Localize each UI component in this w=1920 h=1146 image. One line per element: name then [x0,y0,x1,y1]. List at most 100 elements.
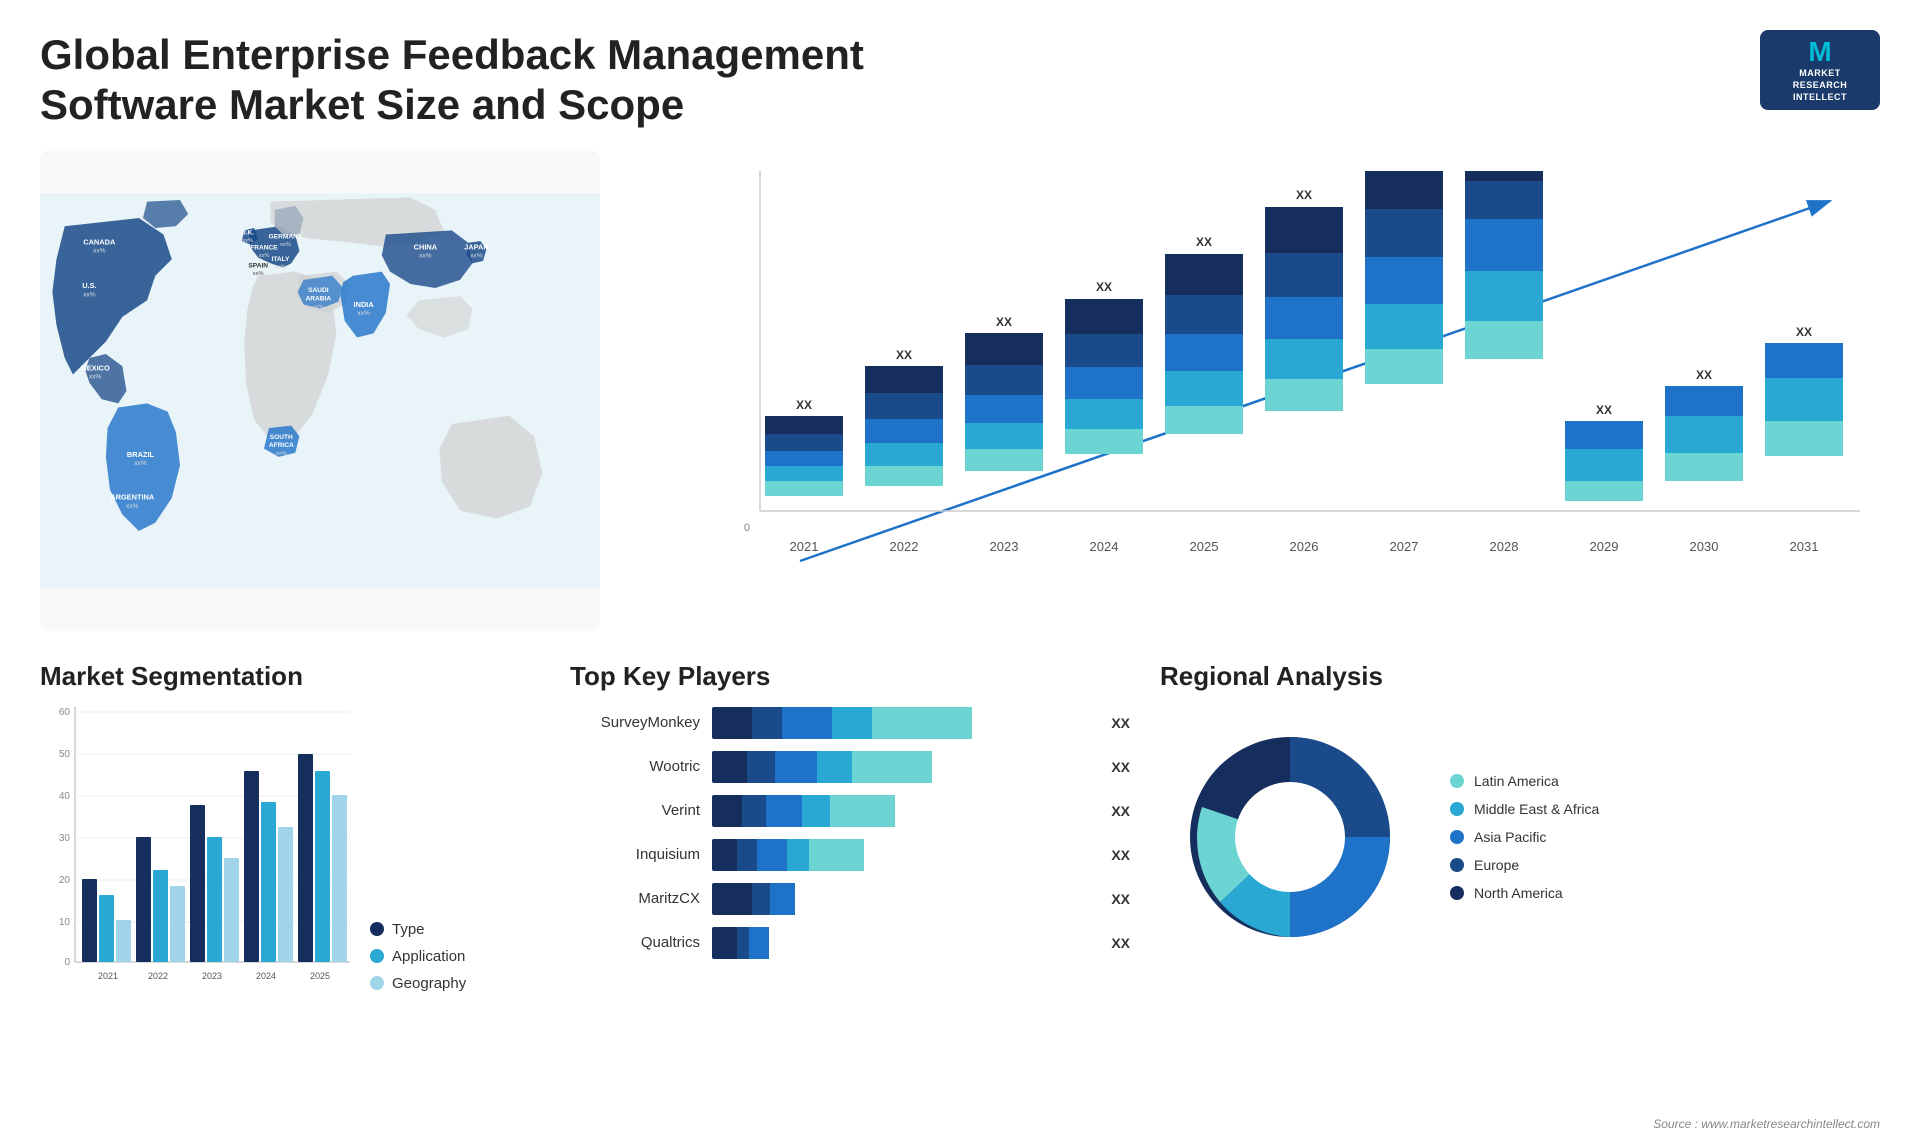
player-val-2: XX [1111,803,1130,819]
regional-title: Regional Analysis [1160,661,1880,692]
svg-text:xx%: xx% [313,304,324,310]
reg-dot-europe [1450,858,1464,872]
map-section: CANADA xx% U.S. xx% MEXICO xx% BRAZIL xx… [40,151,600,631]
legend-dot-app [370,949,384,963]
reg-dot-na [1450,886,1464,900]
players-title: Top Key Players [570,661,1130,692]
svg-text:xx%: xx% [242,238,253,244]
svg-text:2030: 2030 [1690,539,1719,554]
svg-text:50: 50 [59,749,71,760]
svg-text:2031: 2031 [1790,539,1819,554]
reg-legend-apac: Asia Pacific [1450,829,1599,845]
player-bar-4 [712,883,1093,915]
svg-text:ARGENTINA: ARGENTINA [110,492,155,501]
svg-text:XX: XX [1596,403,1612,417]
svg-text:2023: 2023 [202,971,222,981]
reg-dot-latin [1450,774,1464,788]
svg-text:xx%: xx% [93,247,106,254]
reg-dot-mea [1450,802,1464,816]
legend-item-geo: Geography [370,975,466,992]
svg-text:2029: 2029 [1590,539,1619,554]
reg-label-latin: Latin America [1474,773,1559,789]
players-section: Top Key Players SurveyMonkey XX [570,661,1130,1081]
player-name-3: Inquisium [570,846,700,863]
player-val-4: XX [1111,891,1130,907]
segmentation-section: Market Segmentation 60 50 40 30 20 [40,661,540,1081]
svg-text:AFRICA: AFRICA [269,442,294,449]
svg-text:2024: 2024 [1090,539,1119,554]
regional-section: Regional Analysis [1160,661,1880,1081]
legend-label-geo: Geography [392,975,466,992]
svg-text:20: 20 [59,875,71,886]
player-row-qualtrics: Qualtrics XX [570,927,1130,959]
svg-text:0: 0 [744,522,750,534]
logo-box: M MARKET RESEARCH INTELLECT [1760,30,1880,110]
svg-text:xx%: xx% [419,252,432,259]
legend-dot-type [370,922,384,936]
donut-chart [1160,707,1420,967]
svg-text:0: 0 [64,957,70,968]
svg-text:2025: 2025 [1190,539,1219,554]
svg-text:2023: 2023 [990,539,1019,554]
logo-text: MARKET RESEARCH INTELLECT [1793,68,1848,103]
svg-text:2028: 2028 [1490,539,1519,554]
player-name-2: Verint [570,802,700,819]
player-bar-list: SurveyMonkey XX Wootric [570,707,1130,959]
svg-text:BRAZIL: BRAZIL [127,450,155,459]
legend-label-type: Type [392,921,425,938]
svg-text:XX: XX [1296,188,1312,202]
reg-label-na: North America [1474,885,1563,901]
reg-legend-europe: Europe [1450,857,1599,873]
svg-text:2027: 2027 [1390,539,1419,554]
reg-label-apac: Asia Pacific [1474,829,1546,845]
regional-legend: Latin America Middle East & Africa Asia … [1450,773,1599,901]
svg-text:XX: XX [1696,368,1712,382]
reg-legend-latin: Latin America [1450,773,1599,789]
svg-text:CHINA: CHINA [414,242,438,251]
svg-text:U.S.: U.S. [82,281,96,290]
svg-text:40: 40 [59,791,71,802]
player-bar-1 [712,751,1093,783]
svg-text:xx%: xx% [83,291,96,298]
reg-label-mea: Middle East & Africa [1474,801,1599,817]
player-row-wootric: Wootric XX [570,751,1130,783]
svg-text:2024: 2024 [256,971,276,981]
svg-text:xx%: xx% [280,242,291,248]
svg-text:SPAIN: SPAIN [248,262,268,269]
player-name-4: MaritzCX [570,890,700,907]
player-bar-0 [712,707,1093,739]
legend-label-app: Application [392,948,465,965]
svg-text:CANADA: CANADA [83,237,116,246]
logo-letter: M [1808,36,1831,68]
svg-text:60: 60 [59,707,71,718]
svg-text:2021: 2021 [98,971,118,981]
svg-text:ARABIA: ARABIA [306,295,332,302]
segmentation-chart: 60 50 40 30 20 10 0 [40,707,350,1007]
player-name-1: Wootric [570,758,700,775]
svg-text:XX: XX [1096,280,1112,294]
svg-text:xx%: xx% [470,252,483,259]
svg-text:XX: XX [796,398,812,412]
page-title: Global Enterprise Feedback Management So… [40,30,940,131]
svg-text:xx%: xx% [259,253,270,259]
svg-text:xx%: xx% [276,451,287,457]
svg-text:xx%: xx% [275,264,286,270]
player-val-5: XX [1111,935,1130,951]
player-name-5: Qualtrics [570,934,700,951]
player-name-0: SurveyMonkey [570,714,700,731]
player-val-1: XX [1111,759,1130,775]
svg-text:MEXICO: MEXICO [81,363,110,372]
svg-text:INDIA: INDIA [354,300,375,309]
player-row-inquisium: Inquisium XX [570,839,1130,871]
source-text: Source : www.marketresearchintellect.com [1653,1117,1880,1131]
svg-text:xx%: xx% [126,503,139,510]
svg-text:ITALY: ITALY [272,256,291,263]
top-section: CANADA xx% U.S. xx% MEXICO xx% BRAZIL xx… [40,151,1880,631]
legend-item-app: Application [370,948,466,965]
legend-dot-geo [370,976,384,990]
chart-section: 0 XX 2021 [620,151,1880,631]
reg-label-europe: Europe [1474,857,1519,873]
svg-text:XX: XX [996,315,1012,329]
reg-dot-apac [1450,830,1464,844]
svg-text:XX: XX [1196,235,1212,249]
